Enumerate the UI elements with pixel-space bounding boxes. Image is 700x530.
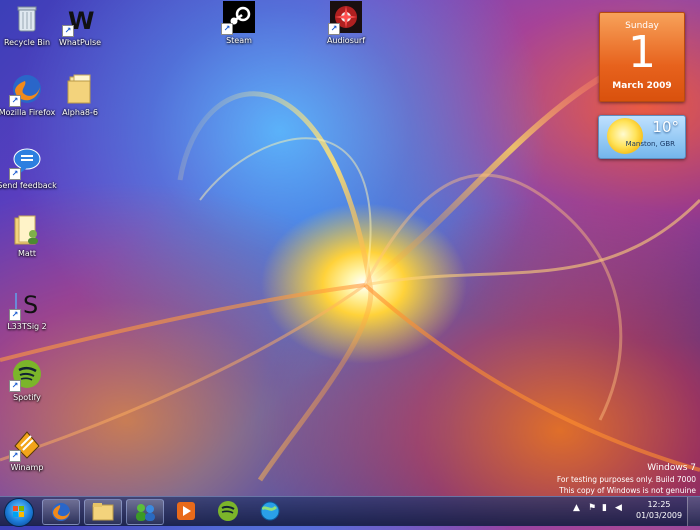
taskbar-firefox[interactable] <box>42 499 80 525</box>
network-icon[interactable]: ▮ <box>602 503 607 513</box>
desktop-icon-steam[interactable]: ↗ Steam <box>208 1 270 46</box>
winamp-icon: ↗ <box>9 428 43 462</box>
weather-location: Manston, GBR <box>625 140 675 148</box>
taskbar-media-player[interactable] <box>168 499 204 523</box>
desktop-icon-label: Spotify <box>13 393 41 402</box>
calendar-day-number: 1 <box>628 27 656 78</box>
shortcut-arrow-icon: ↗ <box>9 450 21 462</box>
flag-icon[interactable]: ⚑ <box>588 503 596 513</box>
calendar-month: March 2009 <box>612 81 672 91</box>
desktop-icon-label: Alpha8-6 <box>62 108 98 117</box>
desktop-icon-alpha[interactable]: Alpha8-6 <box>49 73 111 118</box>
desktop-icon-label: Steam <box>226 36 252 45</box>
start-button[interactable] <box>4 498 34 527</box>
taskbar-spotify[interactable] <box>210 499 246 523</box>
user-folder-icon <box>11 214 43 246</box>
chevron-up-icon[interactable]: ▲ <box>573 503 580 513</box>
desktop-icon-send-feedback[interactable]: ↗ Send feedback <box>0 146 58 191</box>
shortcut-arrow-icon: ↗ <box>9 309 21 321</box>
desktop-icon-label: WhatPulse <box>58 38 102 47</box>
clock[interactable]: 12:25 01/03/2009 <box>636 499 682 521</box>
desktop-icon-label: Winamp <box>10 463 44 472</box>
svg-text:S: S <box>23 291 38 319</box>
weather-temperature: 10° <box>652 118 679 136</box>
watermark-build: For testing purposes only. Build 7000 <box>556 475 696 484</box>
taskbar: ▲ ⚑ ▮ ◀ 12:25 01/03/2009 <box>0 496 700 527</box>
spotify-icon <box>218 501 238 521</box>
shortcut-arrow-icon: ↗ <box>221 23 233 35</box>
clock-time: 12:25 <box>647 500 671 509</box>
volume-icon[interactable]: ◀ <box>615 503 622 513</box>
show-desktop-button[interactable] <box>687 497 700 526</box>
desktop-icon-label: Send feedback <box>0 181 57 190</box>
shortcut-arrow-icon: ↗ <box>9 168 21 180</box>
recycle-bin-icon <box>11 3 43 35</box>
shortcut-arrow-icon: ↗ <box>328 23 340 35</box>
desktop-icon-label: L33TSig 2 <box>7 322 47 331</box>
speech-bubble-icon: ↗ <box>9 146 43 180</box>
media-player-icon <box>177 502 195 520</box>
audiosurf-icon: ↗ <box>328 1 362 35</box>
watermark-os: Windows 7 <box>647 463 696 473</box>
desktop-icon-whatpulse[interactable]: W ↗ WhatPulse <box>49 3 111 48</box>
desktop-icon-matt[interactable]: Matt <box>0 214 58 259</box>
spotify-icon: ↗ <box>9 358 43 392</box>
globe-icon <box>260 501 280 521</box>
calendar-gadget[interactable]: Sunday 1 March 2009 <box>599 12 685 102</box>
system-tray: ▲ ⚑ ▮ ◀ <box>568 501 628 521</box>
windows-watermark: Windows 7 For testing purposes only. Bui… <box>557 463 696 496</box>
messenger-icon <box>136 504 155 521</box>
firefox-icon: ↗ <box>9 73 43 107</box>
folder-icon <box>92 503 114 521</box>
shortcut-arrow-icon: ↗ <box>9 95 21 107</box>
clock-date: 01/03/2009 <box>636 511 683 520</box>
taskbar-network-globe[interactable] <box>252 499 288 523</box>
shortcut-arrow-icon: ↗ <box>62 25 74 37</box>
folder-icon <box>64 73 96 105</box>
sun-icon <box>607 118 643 154</box>
firefox-icon <box>52 503 70 521</box>
desktop-icon-audiosurf[interactable]: ↗ Audiosurf <box>315 1 377 46</box>
taskbar-explorer[interactable] <box>84 499 122 525</box>
desktop-icon-winamp[interactable]: ↗ Winamp <box>0 428 58 473</box>
whatpulse-icon: W ↗ <box>62 3 96 37</box>
desktop-icon-l33tsig[interactable]: S ↗ L33TSig 2 <box>0 287 58 332</box>
weather-gadget[interactable]: 10° Manston, GBR <box>598 115 686 159</box>
desktop-icon-label: Matt <box>17 249 37 258</box>
watermark-genuine: This copy of Windows is not genuine <box>559 486 696 495</box>
desktop-icon-spotify[interactable]: ↗ Spotify <box>0 358 58 403</box>
shortcut-arrow-icon: ↗ <box>9 380 21 392</box>
steam-icon: ↗ <box>221 1 255 35</box>
desktop-icon-label: Audiosurf <box>326 36 366 45</box>
windows-logo-icon <box>13 506 24 517</box>
l33tsig-icon: S ↗ <box>9 287 43 321</box>
taskbar-messenger[interactable] <box>126 499 164 525</box>
